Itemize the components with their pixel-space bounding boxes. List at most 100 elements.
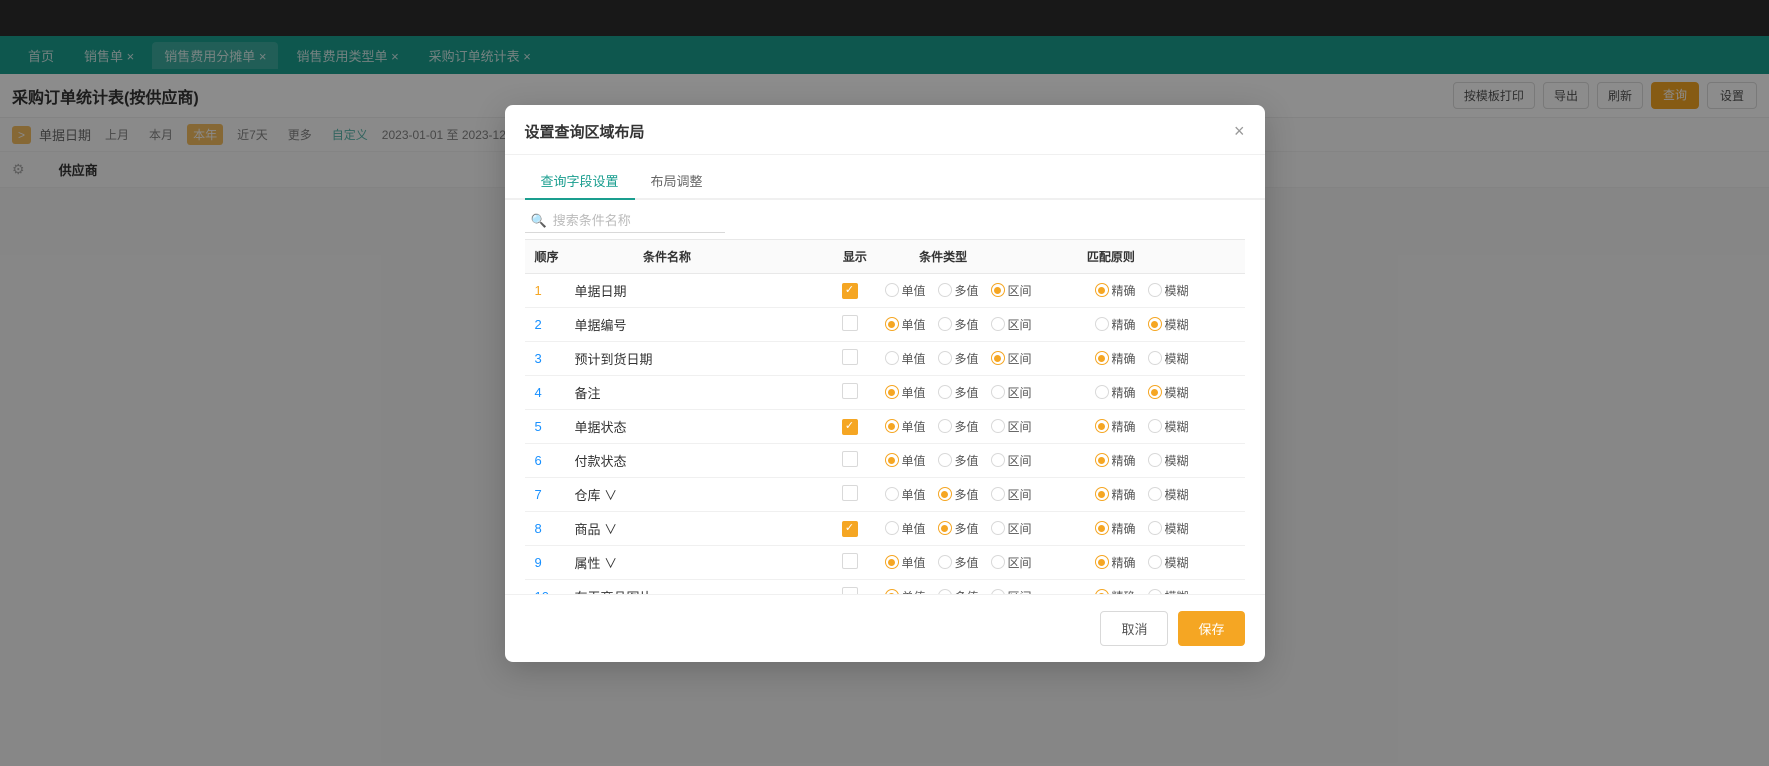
- modal-footer: 取消 保存: [505, 594, 1265, 662]
- radio-type-range-5[interactable]: 区间: [991, 452, 1032, 469]
- radio-rule-dot-exact-3: [1095, 385, 1109, 399]
- radio-type-multi-1[interactable]: 多值: [938, 316, 979, 333]
- radio-rule-exact-5[interactable]: 精确: [1095, 452, 1136, 469]
- checkbox-1[interactable]: [842, 315, 858, 331]
- radio-type-multi-4[interactable]: 多值: [938, 418, 979, 435]
- radio-type-single-4[interactable]: 单值: [885, 418, 926, 435]
- row-rule-radios: 精确模糊: [1085, 477, 1245, 511]
- checkbox-2[interactable]: [842, 349, 858, 365]
- table-row: 4备注单值多值区间精确模糊: [525, 375, 1245, 409]
- radio-type-range-7[interactable]: 区间: [991, 520, 1032, 537]
- row-order: 4: [525, 375, 565, 409]
- radio-rule-fuzzy-1[interactable]: 模糊: [1148, 316, 1189, 333]
- radio-rule-fuzzy-7[interactable]: 模糊: [1148, 520, 1189, 537]
- checkbox-3[interactable]: [842, 383, 858, 399]
- modal-close-button[interactable]: ×: [1234, 122, 1245, 140]
- tab-query-field-settings[interactable]: 查询字段设置: [525, 163, 635, 200]
- row-display-checkbox[interactable]: [825, 511, 875, 545]
- radio-dot-range-6: [991, 487, 1005, 501]
- radio-rule-fuzzy-0[interactable]: 模糊: [1148, 282, 1189, 299]
- radio-type-range-0[interactable]: 区间: [991, 282, 1032, 299]
- radio-rule-fuzzy-5[interactable]: 模糊: [1148, 452, 1189, 469]
- tab-layout-adjust[interactable]: 布局调整: [635, 163, 719, 200]
- checkbox-8[interactable]: [842, 553, 858, 569]
- checkbox-6[interactable]: [842, 485, 858, 501]
- checkbox-5[interactable]: [842, 451, 858, 467]
- modal-header: 设置查询区域布局 ×: [505, 105, 1265, 155]
- row-order: 5: [525, 409, 565, 443]
- radio-type-range-2[interactable]: 区间: [991, 350, 1032, 367]
- row-display-checkbox[interactable]: [825, 579, 875, 594]
- radio-type-single-0[interactable]: 单值: [885, 282, 926, 299]
- radio-rule-dot-fuzzy-6: [1148, 487, 1162, 501]
- radio-type-range-4[interactable]: 区间: [991, 418, 1032, 435]
- radio-rule-exact-8[interactable]: 精确: [1095, 554, 1136, 571]
- conditions-table-body: 1单据日期单值多值区间精确模糊2单据编号单值多值区间精确模糊3预计到货日期单值多…: [525, 274, 1245, 594]
- row-display-checkbox[interactable]: [825, 307, 875, 341]
- radio-rule-exact-3[interactable]: 精确: [1095, 384, 1136, 401]
- radio-type-multi-6[interactable]: 多值: [938, 486, 979, 503]
- row-display-checkbox[interactable]: [825, 443, 875, 477]
- radio-type-range-1[interactable]: 区间: [991, 316, 1032, 333]
- radio-type-range-6[interactable]: 区间: [991, 486, 1032, 503]
- row-rule-radios: 精确模糊: [1085, 579, 1245, 594]
- checkbox-0[interactable]: [842, 283, 858, 299]
- radio-type-multi-0[interactable]: 多值: [938, 282, 979, 299]
- search-input[interactable]: [553, 213, 713, 228]
- radio-type-multi-5[interactable]: 多值: [938, 452, 979, 469]
- row-display-checkbox[interactable]: [825, 274, 875, 308]
- radio-type-multi-2[interactable]: 多值: [938, 350, 979, 367]
- conditions-table: 顺序 条件名称 显示 条件类型 匹配原则: [525, 239, 1245, 274]
- radio-type-single-2[interactable]: 单值: [885, 350, 926, 367]
- radio-type-single-8[interactable]: 单值: [885, 554, 926, 571]
- radio-type-single-5[interactable]: 单值: [885, 452, 926, 469]
- row-type-radios: 单值多值区间: [875, 341, 1085, 375]
- row-type-radios: 单值多值区间: [875, 443, 1085, 477]
- col-display: 显示: [801, 239, 910, 273]
- radio-type-single-7[interactable]: 单值: [885, 520, 926, 537]
- row-name: 付款状态: [565, 443, 825, 477]
- checkbox-9[interactable]: [842, 587, 858, 594]
- radio-type-multi-8[interactable]: 多值: [938, 554, 979, 571]
- radio-rule-exact-7[interactable]: 精确: [1095, 520, 1136, 537]
- row-display-checkbox[interactable]: [825, 341, 875, 375]
- radio-type-range-8[interactable]: 区间: [991, 554, 1032, 571]
- radio-type-multi-3[interactable]: 多值: [938, 384, 979, 401]
- radio-type-single-3[interactable]: 单值: [885, 384, 926, 401]
- row-order: 7: [525, 477, 565, 511]
- col-type: 条件类型: [909, 239, 1077, 273]
- row-rule-radios: 精确模糊: [1085, 443, 1245, 477]
- radio-dot-single-7: [885, 521, 899, 535]
- radio-dot-single-3: [885, 385, 899, 399]
- save-button[interactable]: 保存: [1178, 611, 1244, 646]
- checkbox-4[interactable]: [842, 419, 858, 435]
- radio-rule-exact-6[interactable]: 精确: [1095, 486, 1136, 503]
- table-body-scroll[interactable]: 1单据日期单值多值区间精确模糊2单据编号单值多值区间精确模糊3预计到货日期单值多…: [525, 274, 1245, 594]
- radio-rule-exact-1[interactable]: 精确: [1095, 316, 1136, 333]
- radio-rule-fuzzy-8[interactable]: 模糊: [1148, 554, 1189, 571]
- radio-dot-range-4: [991, 419, 1005, 433]
- row-display-checkbox[interactable]: [825, 477, 875, 511]
- radio-type-single-6[interactable]: 单值: [885, 486, 926, 503]
- radio-rule-dot-fuzzy-0: [1148, 283, 1162, 297]
- radio-rule-exact-0[interactable]: 精确: [1095, 282, 1136, 299]
- radio-rule-fuzzy-4[interactable]: 模糊: [1148, 418, 1189, 435]
- cancel-button[interactable]: 取消: [1100, 611, 1168, 646]
- table-row: 6付款状态单值多值区间精确模糊: [525, 443, 1245, 477]
- radio-rule-exact-4[interactable]: 精确: [1095, 418, 1136, 435]
- radio-type-multi-7[interactable]: 多值: [938, 520, 979, 537]
- radio-rule-fuzzy-6[interactable]: 模糊: [1148, 486, 1189, 503]
- row-type-radios: 单值多值区间: [875, 409, 1085, 443]
- search-input-wrap[interactable]: 🔍: [525, 210, 725, 233]
- row-display-checkbox[interactable]: [825, 409, 875, 443]
- radio-rule-fuzzy-2[interactable]: 模糊: [1148, 350, 1189, 367]
- radio-type-range-3[interactable]: 区间: [991, 384, 1032, 401]
- radio-rule-exact-2[interactable]: 精确: [1095, 350, 1136, 367]
- row-display-checkbox[interactable]: [825, 545, 875, 579]
- radio-rule-fuzzy-3[interactable]: 模糊: [1148, 384, 1189, 401]
- radio-rule-dot-fuzzy-7: [1148, 521, 1162, 535]
- checkbox-7[interactable]: [842, 521, 858, 537]
- row-display-checkbox[interactable]: [825, 375, 875, 409]
- radio-dot-multi-2: [938, 351, 952, 365]
- radio-type-single-1[interactable]: 单值: [885, 316, 926, 333]
